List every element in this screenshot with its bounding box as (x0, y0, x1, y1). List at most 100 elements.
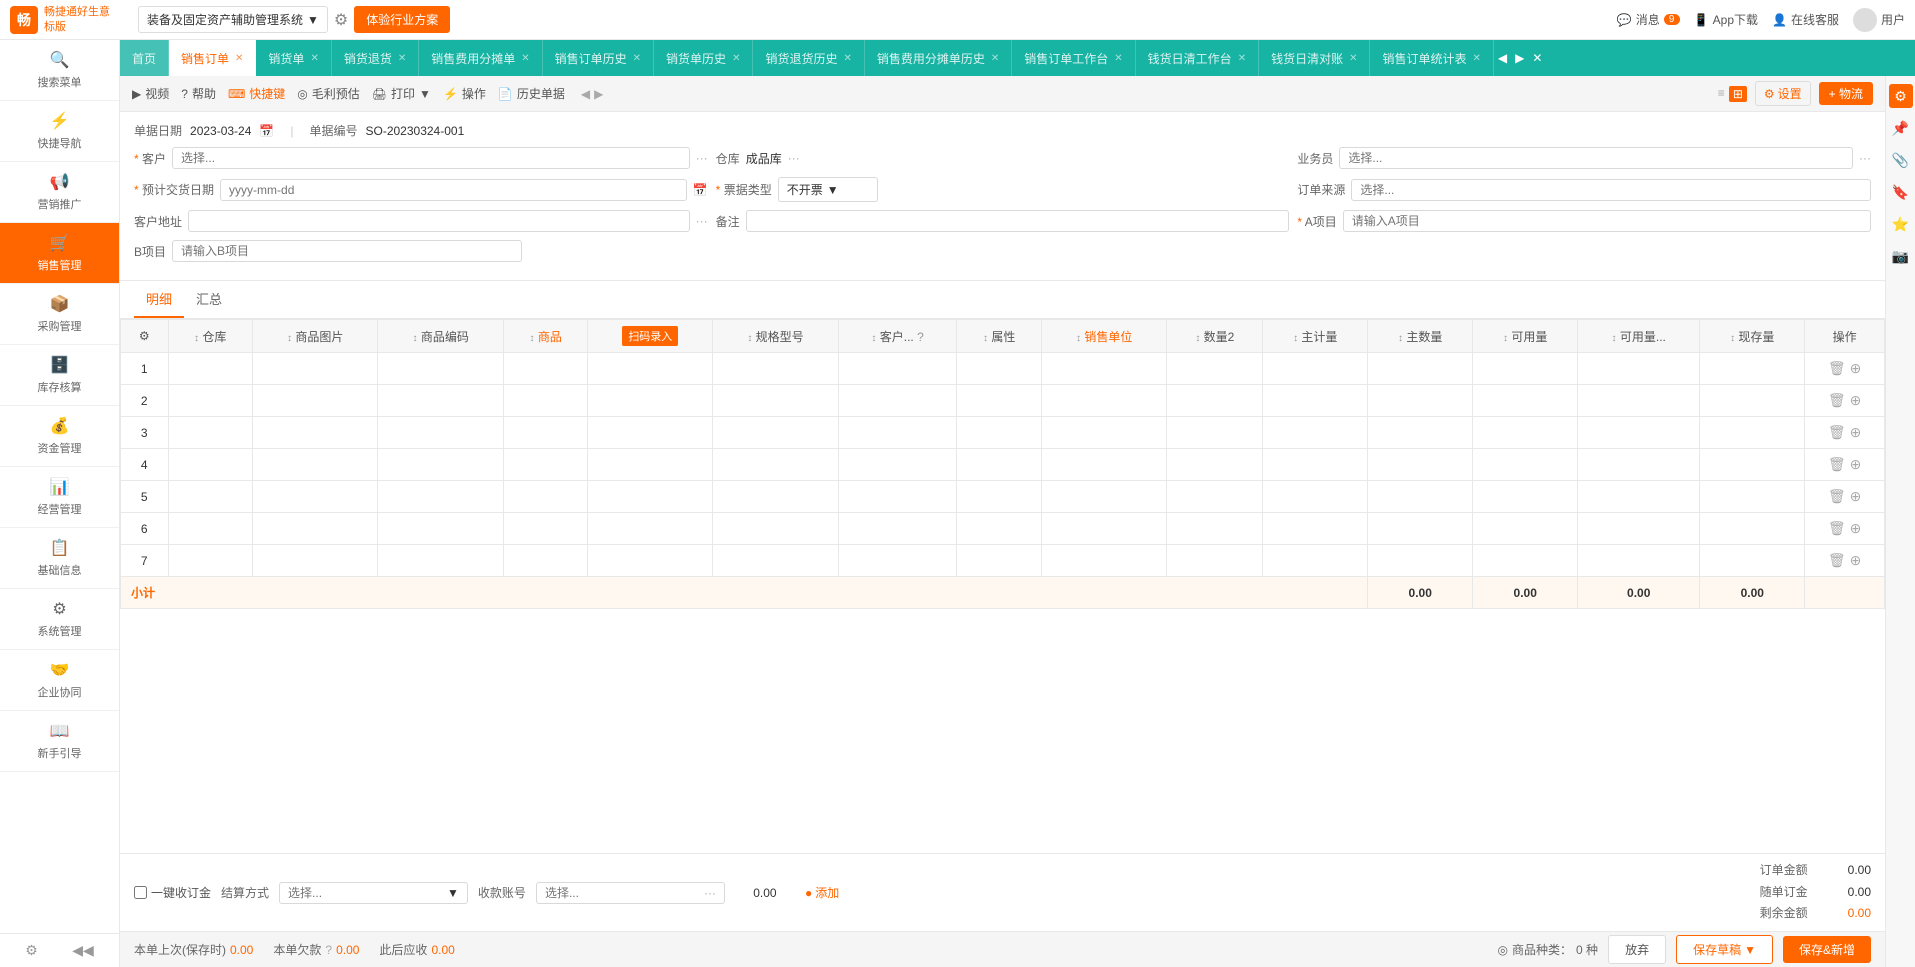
row-unit[interactable] (1041, 481, 1167, 513)
sidebar-item-guide[interactable]: 📖 新手引导 (0, 711, 119, 772)
save-new-button[interactable]: 保存&新增 (1783, 936, 1871, 963)
tab-close-icon-2[interactable]: ✕ (310, 53, 318, 64)
row-delete-icon[interactable]: 🗑 (1828, 520, 1846, 537)
tab-order-history[interactable]: 销售订单历史 ✕ (543, 40, 654, 76)
row-customer-code[interactable] (838, 481, 957, 513)
row-warehouse[interactable] (168, 417, 252, 449)
save-draft-button[interactable]: 保存草稿 ▼ (1676, 935, 1773, 964)
warehouse-more-icon[interactable]: ··· (788, 151, 800, 165)
row-customer-code[interactable] (838, 545, 957, 577)
user-button[interactable]: 用户 (1853, 8, 1905, 32)
row-available[interactable] (1473, 513, 1578, 545)
row-attr[interactable] (957, 545, 1041, 577)
row-delete-icon[interactable]: 🗑 (1828, 360, 1846, 377)
grid-view-icon[interactable]: ⊞ (1729, 86, 1747, 102)
account-more-icon[interactable]: ··· (704, 886, 716, 900)
detail-tab-summary[interactable]: 汇总 (184, 281, 234, 318)
table-wrap[interactable]: ⚙ ↕ 仓库 ↕ 商品图片 ↕ 商品编码 ↕ 商品 扫码录入 ↕ 规格型号 ↕ … (120, 319, 1885, 853)
row-code[interactable] (378, 385, 504, 417)
payment-checkbox-label[interactable]: 一键收订金 (134, 884, 211, 901)
customer-more-icon[interactable]: ··· (696, 151, 708, 165)
row-main-unit[interactable] (1263, 545, 1368, 577)
row-copy-icon[interactable]: ⊕ (1850, 552, 1862, 569)
row-current[interactable] (1700, 385, 1805, 417)
row-current[interactable] (1700, 545, 1805, 577)
tab-home[interactable]: 首页 (120, 40, 169, 76)
row-warehouse[interactable] (168, 353, 252, 385)
row-copy-icon[interactable]: ⊕ (1850, 488, 1862, 505)
remark-input[interactable] (746, 210, 1290, 232)
online-service-button[interactable]: 👤 在线客服 (1772, 11, 1839, 28)
row-copy-icon[interactable]: ⊕ (1850, 360, 1862, 377)
row-code[interactable] (378, 449, 504, 481)
delivery-input[interactable] (220, 179, 687, 201)
row-code[interactable] (378, 513, 504, 545)
row-main-unit[interactable] (1263, 417, 1368, 449)
tab-menu-button[interactable]: ✕ (1528, 51, 1546, 65)
list-view-icon[interactable]: ≡ (1718, 86, 1725, 102)
row-current[interactable] (1700, 417, 1805, 449)
account-select[interactable]: ··· (536, 882, 725, 904)
row-delete-icon[interactable]: 🗑 (1828, 456, 1846, 473)
sidebar-item-nav[interactable]: ⚡ 快捷导航 (0, 101, 119, 162)
row-spec[interactable] (713, 449, 839, 481)
col-info-icon[interactable]: ? (917, 330, 924, 344)
row-product[interactable] (503, 513, 587, 545)
tab-cash-reconcile[interactable]: 钱货日清对账 ✕ (1259, 40, 1370, 76)
settlement-select[interactable]: ▼ (279, 882, 468, 904)
right-panel-bookmark-icon[interactable]: 🔖 (1889, 180, 1913, 204)
tab-close-icon-10[interactable]: ✕ (1238, 53, 1246, 64)
settlement-input[interactable] (288, 886, 443, 900)
row-available[interactable] (1473, 417, 1578, 449)
row-main-qty[interactable] (1368, 353, 1473, 385)
row-product[interactable] (503, 417, 587, 449)
invoice-select[interactable]: 不开票 ▼ (778, 177, 878, 202)
row-copy-icon[interactable]: ⊕ (1850, 456, 1862, 473)
sidebar-item-purchase[interactable]: 📦 采购管理 (0, 284, 119, 345)
row-spec[interactable] (713, 545, 839, 577)
gear-icon[interactable]: ⚙ (334, 10, 348, 30)
row-available[interactable] (1473, 353, 1578, 385)
row-available2[interactable] (1578, 449, 1700, 481)
row-qty2[interactable] (1167, 449, 1263, 481)
tab-close-icon-12[interactable]: ✕ (1473, 53, 1481, 64)
row-warehouse[interactable] (168, 545, 252, 577)
row-product[interactable] (503, 353, 587, 385)
row-available[interactable] (1473, 481, 1578, 513)
right-panel-attach-icon[interactable]: 📎 (1889, 148, 1913, 172)
toolbar-help[interactable]: ? 帮助 (181, 85, 216, 102)
app-download-button[interactable]: 📱 App下载 (1694, 11, 1758, 28)
row-available2[interactable] (1578, 417, 1700, 449)
row-qty2[interactable] (1167, 417, 1263, 449)
row-attr[interactable] (957, 385, 1041, 417)
sidebar-item-inventory[interactable]: 🗄️ 库存核算 (0, 345, 119, 406)
row-main-unit[interactable] (1263, 481, 1368, 513)
row-spec[interactable] (713, 385, 839, 417)
tab-close-icon[interactable]: ✕ (235, 53, 243, 64)
row-product[interactable] (503, 481, 587, 513)
row-main-unit[interactable] (1263, 385, 1368, 417)
row-qty2[interactable] (1167, 353, 1263, 385)
tab-close-icon-9[interactable]: ✕ (1114, 53, 1122, 64)
row-main-unit[interactable] (1263, 353, 1368, 385)
right-panel-pin-icon[interactable]: 📌 (1889, 116, 1913, 140)
row-attr[interactable] (957, 417, 1041, 449)
row-available2[interactable] (1578, 481, 1700, 513)
tab-close-icon-7[interactable]: ✕ (843, 53, 851, 64)
row-unit[interactable] (1041, 353, 1167, 385)
row-main-qty[interactable] (1368, 385, 1473, 417)
messages-button[interactable]: 💬 消息 9 (1617, 11, 1680, 28)
scan-button[interactable]: 扫码录入 (622, 326, 678, 346)
row-current[interactable] (1700, 449, 1805, 481)
tab-close-icon-11[interactable]: ✕ (1349, 53, 1357, 64)
row-available[interactable] (1473, 545, 1578, 577)
col-scan[interactable]: 扫码录入 (588, 320, 713, 353)
order-source-input[interactable] (1351, 179, 1871, 201)
toolbar-profit[interactable]: ◎ 毛利预估 (297, 85, 360, 102)
tab-prev-button[interactable]: ◀ (1494, 51, 1511, 65)
account-input[interactable] (545, 886, 700, 900)
row-available[interactable] (1473, 385, 1578, 417)
row-unit[interactable] (1041, 545, 1167, 577)
customer-input[interactable] (172, 147, 690, 169)
row-main-qty[interactable] (1368, 545, 1473, 577)
